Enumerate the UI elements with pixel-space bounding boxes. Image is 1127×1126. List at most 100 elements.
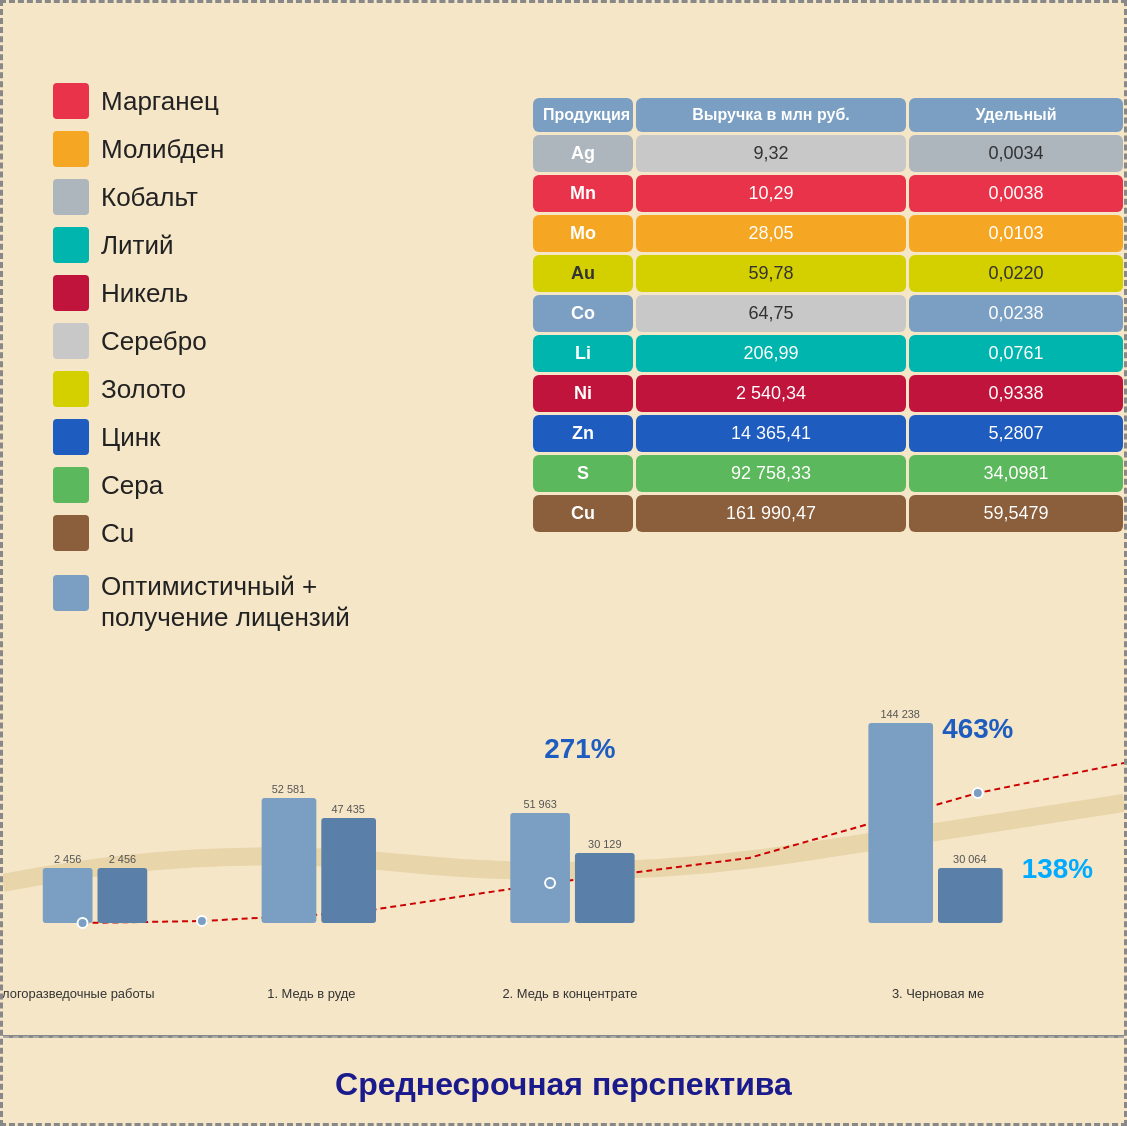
legend-item-nikel: Никель: [53, 275, 350, 311]
td-ni-product: Ni: [533, 375, 633, 412]
td-cu-product: Cu: [533, 495, 633, 532]
legend-color-cu: [53, 515, 89, 551]
th-revenue: Выручка в млн руб.: [636, 98, 906, 132]
svg-text:30 129: 30 129: [588, 838, 621, 850]
svg-text:463%: 463%: [942, 713, 1013, 744]
legend-item-optimistic: Оптимистичный +получение лицензий: [53, 571, 350, 633]
td-zn-unit: 5,2807: [909, 415, 1123, 452]
svg-rect-6: [321, 818, 376, 923]
svg-text:52 581: 52 581: [272, 783, 305, 795]
th-unit: Удельный: [909, 98, 1123, 132]
svg-rect-0: [43, 868, 93, 923]
legend-color-serebro: [53, 323, 89, 359]
legend-item-sera: Сера: [53, 467, 350, 503]
legend-label-zoloto: Золото: [101, 374, 186, 405]
svg-text:3. Черновая ме: 3. Черновая ме: [892, 986, 984, 1001]
td-cu-unit: 59,5479: [909, 495, 1123, 532]
legend-color-sera: [53, 467, 89, 503]
legend-label-nikel: Никель: [101, 278, 188, 309]
svg-rect-17: [938, 868, 1003, 923]
chart-area: 2 456 2 456 52 581 47 435 271% 51 963 30…: [3, 703, 1124, 1023]
td-li-unit: 0,0761: [909, 335, 1123, 372]
svg-rect-15: [868, 723, 933, 923]
td-co-revenue: 64,75: [636, 295, 906, 332]
legend-item-molibden: Молибден: [53, 131, 350, 167]
legend-color-kobalt: [53, 179, 89, 215]
td-co-unit: 0,0238: [909, 295, 1123, 332]
table-row-co: Co 64,75 0,0238: [533, 295, 1123, 332]
legend-item-marganets: Марганец: [53, 83, 350, 119]
td-s-unit: 34,0981: [909, 455, 1123, 492]
svg-rect-4: [262, 798, 317, 923]
td-mn-revenue: 10,29: [636, 175, 906, 212]
legend-item-cu: Cu: [53, 515, 350, 551]
td-au-revenue: 59,78: [636, 255, 906, 292]
svg-text:138%: 138%: [1022, 853, 1093, 884]
legend-item-tsink: Цинк: [53, 419, 350, 455]
legend-color-molibden: [53, 131, 89, 167]
td-co-product: Co: [533, 295, 633, 332]
svg-text:2. Медь в концентрате: 2. Медь в концентрате: [502, 986, 637, 1001]
table-row-li: Li 206,99 0,0761: [533, 335, 1123, 372]
td-s-revenue: 92 758,33: [636, 455, 906, 492]
legend-label-litiy: Литий: [101, 230, 174, 261]
legend-color-litiy: [53, 227, 89, 263]
legend-color-nikel: [53, 275, 89, 311]
legend-item-kobalt: Кобальт: [53, 179, 350, 215]
legend-label-serebro: Серебро: [101, 326, 207, 357]
svg-text:2 456: 2 456: [54, 853, 81, 865]
td-mo-unit: 0,0103: [909, 215, 1123, 252]
table-row-mo: Mo 28,05 0,0103: [533, 215, 1123, 252]
legend-color-tsink: [53, 419, 89, 455]
chart-svg: 2 456 2 456 52 581 47 435 271% 51 963 30…: [3, 703, 1124, 1023]
legend-item-serebro: Серебро: [53, 323, 350, 359]
svg-text:1. Медь в руде: 1. Медь в руде: [267, 986, 355, 1001]
svg-point-25: [545, 878, 555, 888]
td-mo-revenue: 28,05: [636, 215, 906, 252]
td-au-unit: 0,0220: [909, 255, 1123, 292]
legend-item-litiy: Литий: [53, 227, 350, 263]
svg-rect-2: [97, 868, 147, 923]
th-product: Продукция: [533, 98, 633, 132]
legend-label-marganets: Марганец: [101, 86, 219, 117]
legend-item-zoloto: Золото: [53, 371, 350, 407]
svg-text:51 963: 51 963: [523, 798, 556, 810]
td-au-product: Au: [533, 255, 633, 292]
table-row-cu: Cu 161 990,47 59,5479: [533, 495, 1123, 532]
legend-label-sera: Сера: [101, 470, 163, 501]
table-row-zn: Zn 14 365,41 5,2807: [533, 415, 1123, 452]
legend-color-zoloto: [53, 371, 89, 407]
main-container: Марганец Молибден Кобальт Литий Никель С…: [3, 3, 1124, 1123]
td-li-revenue: 206,99: [636, 335, 906, 372]
legend-color-marganets: [53, 83, 89, 119]
td-cu-revenue: 161 990,47: [636, 495, 906, 532]
td-ni-revenue: 2 540,34: [636, 375, 906, 412]
td-ni-unit: 0,9338: [909, 375, 1123, 412]
svg-text:47 435: 47 435: [331, 803, 364, 815]
svg-text:144 238: 144 238: [880, 708, 920, 720]
svg-rect-11: [575, 853, 635, 923]
legend-label-cu: Cu: [101, 518, 134, 549]
td-mn-product: Mn: [533, 175, 633, 212]
legend-label-molibden: Молибден: [101, 134, 224, 165]
legend-label-kobalt: Кобальт: [101, 182, 198, 213]
svg-point-24: [197, 916, 207, 926]
svg-text:2 456: 2 456: [109, 853, 136, 865]
td-ag-unit: 0,0034: [909, 135, 1123, 172]
bottom-divider: [3, 1035, 1124, 1038]
td-mo-product: Mo: [533, 215, 633, 252]
table-header: Продукция Выручка в млн руб. Удельный: [533, 98, 1123, 132]
td-s-product: S: [533, 455, 633, 492]
svg-text:271%: 271%: [544, 733, 615, 764]
td-li-product: Li: [533, 335, 633, 372]
bottom-title: Среднесрочная перспектива: [3, 1066, 1124, 1103]
legend: Марганец Молибден Кобальт Литий Никель С…: [53, 83, 350, 633]
table-row-s: S 92 758,33 34,0981: [533, 455, 1123, 492]
legend-label-optimistic: Оптимистичный +получение лицензий: [101, 571, 350, 633]
svg-point-26: [973, 788, 983, 798]
table-row-ag: Ag 9,32 0,0034: [533, 135, 1123, 172]
svg-text:30 064: 30 064: [953, 853, 986, 865]
td-ag-revenue: 9,32: [636, 135, 906, 172]
legend-label-tsink: Цинк: [101, 422, 161, 453]
data-table: Продукция Выручка в млн руб. Удельный Ag…: [533, 98, 1123, 535]
